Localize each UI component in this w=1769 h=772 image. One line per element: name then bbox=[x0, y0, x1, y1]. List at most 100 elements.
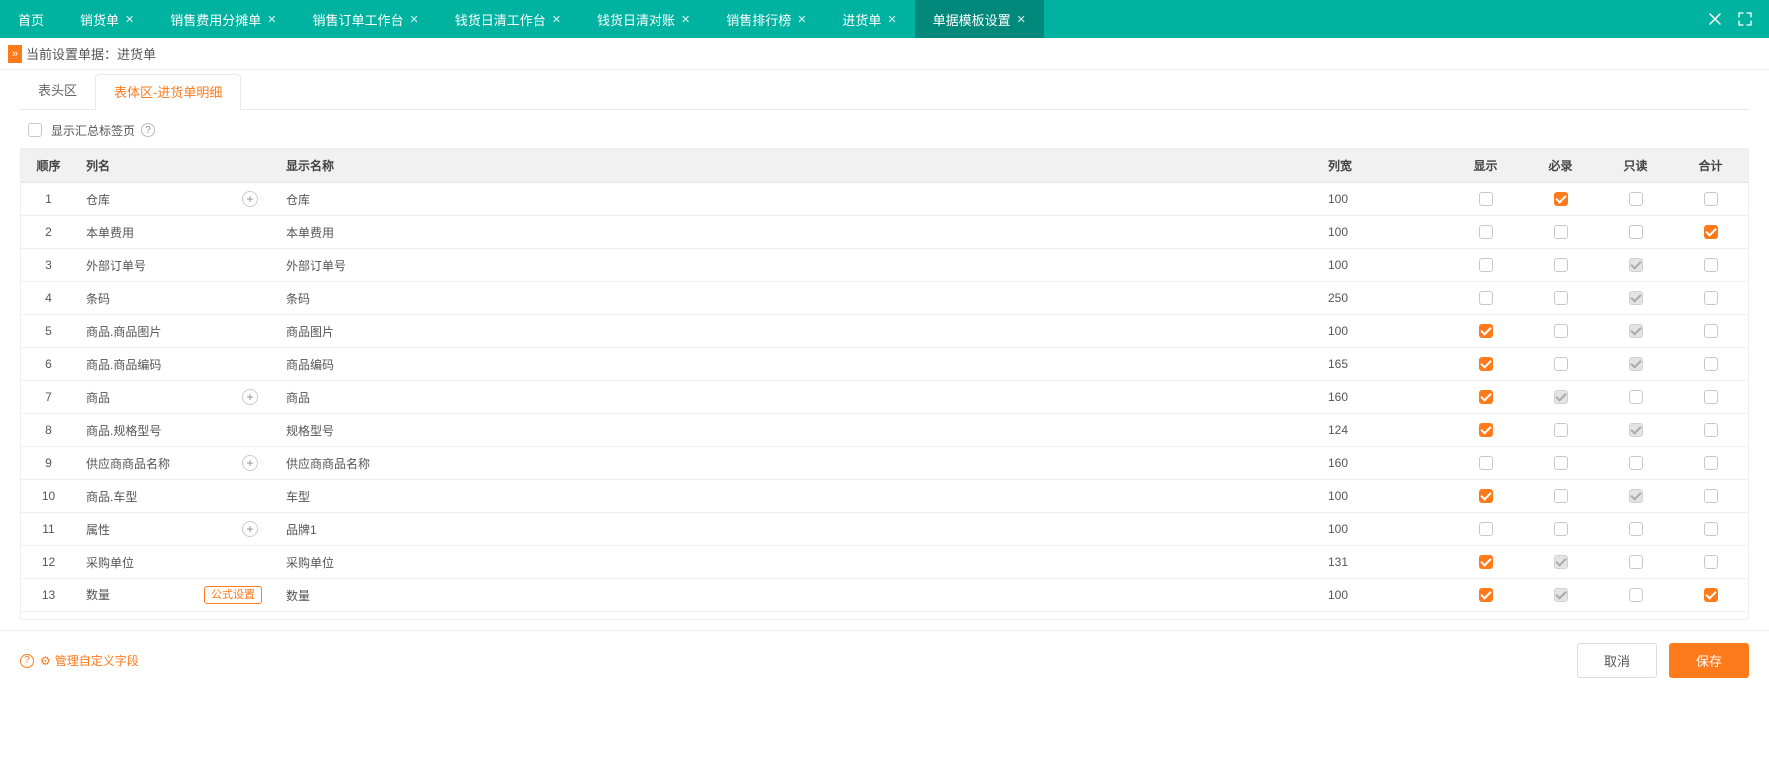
checkbox-required[interactable] bbox=[1554, 489, 1568, 503]
checkbox-readonly[interactable] bbox=[1629, 456, 1643, 470]
checkbox-required[interactable] bbox=[1554, 357, 1568, 371]
add-column-icon[interactable]: + bbox=[242, 521, 258, 537]
table-row[interactable]: 7商品+商品160 bbox=[21, 381, 1748, 414]
checkbox-readonly[interactable] bbox=[1629, 192, 1643, 206]
formula-setting-button[interactable]: 公式设置 bbox=[204, 586, 262, 604]
checkbox-show[interactable] bbox=[1479, 588, 1493, 602]
close-tab-icon[interactable]: ✕ bbox=[125, 13, 134, 26]
cell-display[interactable]: 仓库 bbox=[276, 183, 1318, 216]
checkbox-readonly[interactable] bbox=[1629, 225, 1643, 239]
top-tab-2[interactable]: 销售费用分摊单✕ bbox=[152, 0, 294, 38]
cell-display[interactable]: 条码 bbox=[276, 282, 1318, 315]
cell-display[interactable]: 车型 bbox=[276, 480, 1318, 513]
cell-width[interactable]: 160 bbox=[1318, 381, 1448, 414]
close-all-tabs-icon[interactable] bbox=[1707, 11, 1723, 27]
table-row[interactable]: 14包装数量包装数量100 bbox=[21, 612, 1748, 620]
checkbox-sum[interactable] bbox=[1704, 423, 1718, 437]
close-tab-icon[interactable]: ✕ bbox=[267, 13, 276, 26]
cell-width[interactable]: 131 bbox=[1318, 546, 1448, 579]
cell-width[interactable]: 250 bbox=[1318, 282, 1448, 315]
checkbox-readonly[interactable] bbox=[1629, 555, 1643, 569]
checkbox-sum[interactable] bbox=[1704, 192, 1718, 206]
checkbox-show[interactable] bbox=[1479, 258, 1493, 272]
table-row[interactable]: 6商品.商品编码商品编码165 bbox=[21, 348, 1748, 381]
cell-width[interactable]: 100 bbox=[1318, 612, 1448, 620]
table-row[interactable]: 8商品.规格型号规格型号124 bbox=[21, 414, 1748, 447]
checkbox-sum[interactable] bbox=[1704, 456, 1718, 470]
checkbox-readonly[interactable] bbox=[1629, 588, 1643, 602]
checkbox-readonly[interactable] bbox=[1629, 390, 1643, 404]
checkbox-required[interactable] bbox=[1554, 423, 1568, 437]
checkbox-show[interactable] bbox=[1479, 522, 1493, 536]
cancel-button[interactable]: 取消 bbox=[1577, 643, 1657, 678]
table-row[interactable]: 1仓库+仓库100 bbox=[21, 183, 1748, 216]
checkbox-show[interactable] bbox=[1479, 555, 1493, 569]
checkbox-sum[interactable] bbox=[1704, 555, 1718, 569]
sub-tab-0[interactable]: 表头区 bbox=[20, 73, 95, 109]
table-row[interactable]: 4条码条码250 bbox=[21, 282, 1748, 315]
checkbox-required[interactable] bbox=[1554, 522, 1568, 536]
cell-display[interactable]: 采购单位 bbox=[276, 546, 1318, 579]
collapse-context-icon[interactable]: » bbox=[8, 45, 22, 63]
close-tab-icon[interactable]: ✕ bbox=[552, 13, 561, 26]
cell-display[interactable]: 商品图片 bbox=[276, 315, 1318, 348]
close-tab-icon[interactable]: ✕ bbox=[1017, 13, 1026, 26]
cell-width[interactable]: 100 bbox=[1318, 579, 1448, 612]
checkbox-sum[interactable] bbox=[1704, 390, 1718, 404]
close-tab-icon[interactable]: ✕ bbox=[887, 13, 896, 26]
checkbox-show[interactable] bbox=[1479, 225, 1493, 239]
cell-display[interactable]: 品牌1 bbox=[276, 513, 1318, 546]
cell-width[interactable]: 100 bbox=[1318, 315, 1448, 348]
close-tab-icon[interactable]: ✕ bbox=[410, 13, 419, 26]
checkbox-show[interactable] bbox=[1479, 423, 1493, 437]
top-tab-4[interactable]: 钱货日清工作台✕ bbox=[437, 0, 579, 38]
cell-width[interactable]: 100 bbox=[1318, 216, 1448, 249]
footer-help-icon[interactable]: ? bbox=[20, 654, 34, 668]
add-column-icon[interactable]: + bbox=[242, 455, 258, 471]
checkbox-required[interactable] bbox=[1554, 258, 1568, 272]
checkbox-required[interactable] bbox=[1554, 456, 1568, 470]
cell-display[interactable]: 包装数量 bbox=[276, 612, 1318, 620]
checkbox-sum[interactable] bbox=[1704, 225, 1718, 239]
cell-width[interactable]: 100 bbox=[1318, 513, 1448, 546]
cell-display[interactable]: 商品编码 bbox=[276, 348, 1318, 381]
checkbox-required[interactable] bbox=[1554, 192, 1568, 206]
table-row[interactable]: 9供应商商品名称+供应商商品名称160 bbox=[21, 447, 1748, 480]
checkbox-sum[interactable] bbox=[1704, 489, 1718, 503]
checkbox-sum[interactable] bbox=[1704, 291, 1718, 305]
checkbox-sum[interactable] bbox=[1704, 588, 1718, 602]
top-tab-7[interactable]: 进货单✕ bbox=[824, 0, 914, 38]
help-icon[interactable]: ? bbox=[141, 123, 155, 137]
top-tab-6[interactable]: 销售排行榜✕ bbox=[708, 0, 824, 38]
checkbox-required[interactable] bbox=[1554, 225, 1568, 239]
cell-width[interactable]: 124 bbox=[1318, 414, 1448, 447]
checkbox-sum[interactable] bbox=[1704, 357, 1718, 371]
cell-width[interactable]: 160 bbox=[1318, 447, 1448, 480]
checkbox-show[interactable] bbox=[1479, 291, 1493, 305]
checkbox-show[interactable] bbox=[1479, 390, 1493, 404]
close-tab-icon[interactable]: ✕ bbox=[681, 13, 690, 26]
checkbox-show[interactable] bbox=[1479, 324, 1493, 338]
add-column-icon[interactable]: + bbox=[242, 389, 258, 405]
top-tab-5[interactable]: 钱货日清对账✕ bbox=[579, 0, 708, 38]
top-tab-3[interactable]: 销售订单工作台✕ bbox=[294, 0, 436, 38]
manage-custom-fields-link[interactable]: ⚙ 管理自定义字段 bbox=[40, 652, 139, 669]
table-row[interactable]: 5商品.商品图片商品图片100 bbox=[21, 315, 1748, 348]
add-column-icon[interactable]: + bbox=[242, 191, 258, 207]
top-tab-1[interactable]: 销货单✕ bbox=[62, 0, 152, 38]
table-row[interactable]: 2本单费用本单费用100 bbox=[21, 216, 1748, 249]
checkbox-show[interactable] bbox=[1479, 456, 1493, 470]
checkbox-required[interactable] bbox=[1554, 291, 1568, 305]
checkbox-required[interactable] bbox=[1554, 324, 1568, 338]
cell-display[interactable]: 商品 bbox=[276, 381, 1318, 414]
cell-display[interactable]: 外部订单号 bbox=[276, 249, 1318, 282]
table-row[interactable]: 12采购单位采购单位131 bbox=[21, 546, 1748, 579]
checkbox-sum[interactable] bbox=[1704, 258, 1718, 272]
checkbox-show[interactable] bbox=[1479, 192, 1493, 206]
cell-width[interactable]: 100 bbox=[1318, 480, 1448, 513]
checkbox-readonly[interactable] bbox=[1629, 522, 1643, 536]
expand-icon[interactable] bbox=[1737, 11, 1753, 27]
cell-width[interactable]: 165 bbox=[1318, 348, 1448, 381]
show-summary-tab-checkbox[interactable] bbox=[28, 123, 42, 137]
cell-width[interactable]: 100 bbox=[1318, 183, 1448, 216]
